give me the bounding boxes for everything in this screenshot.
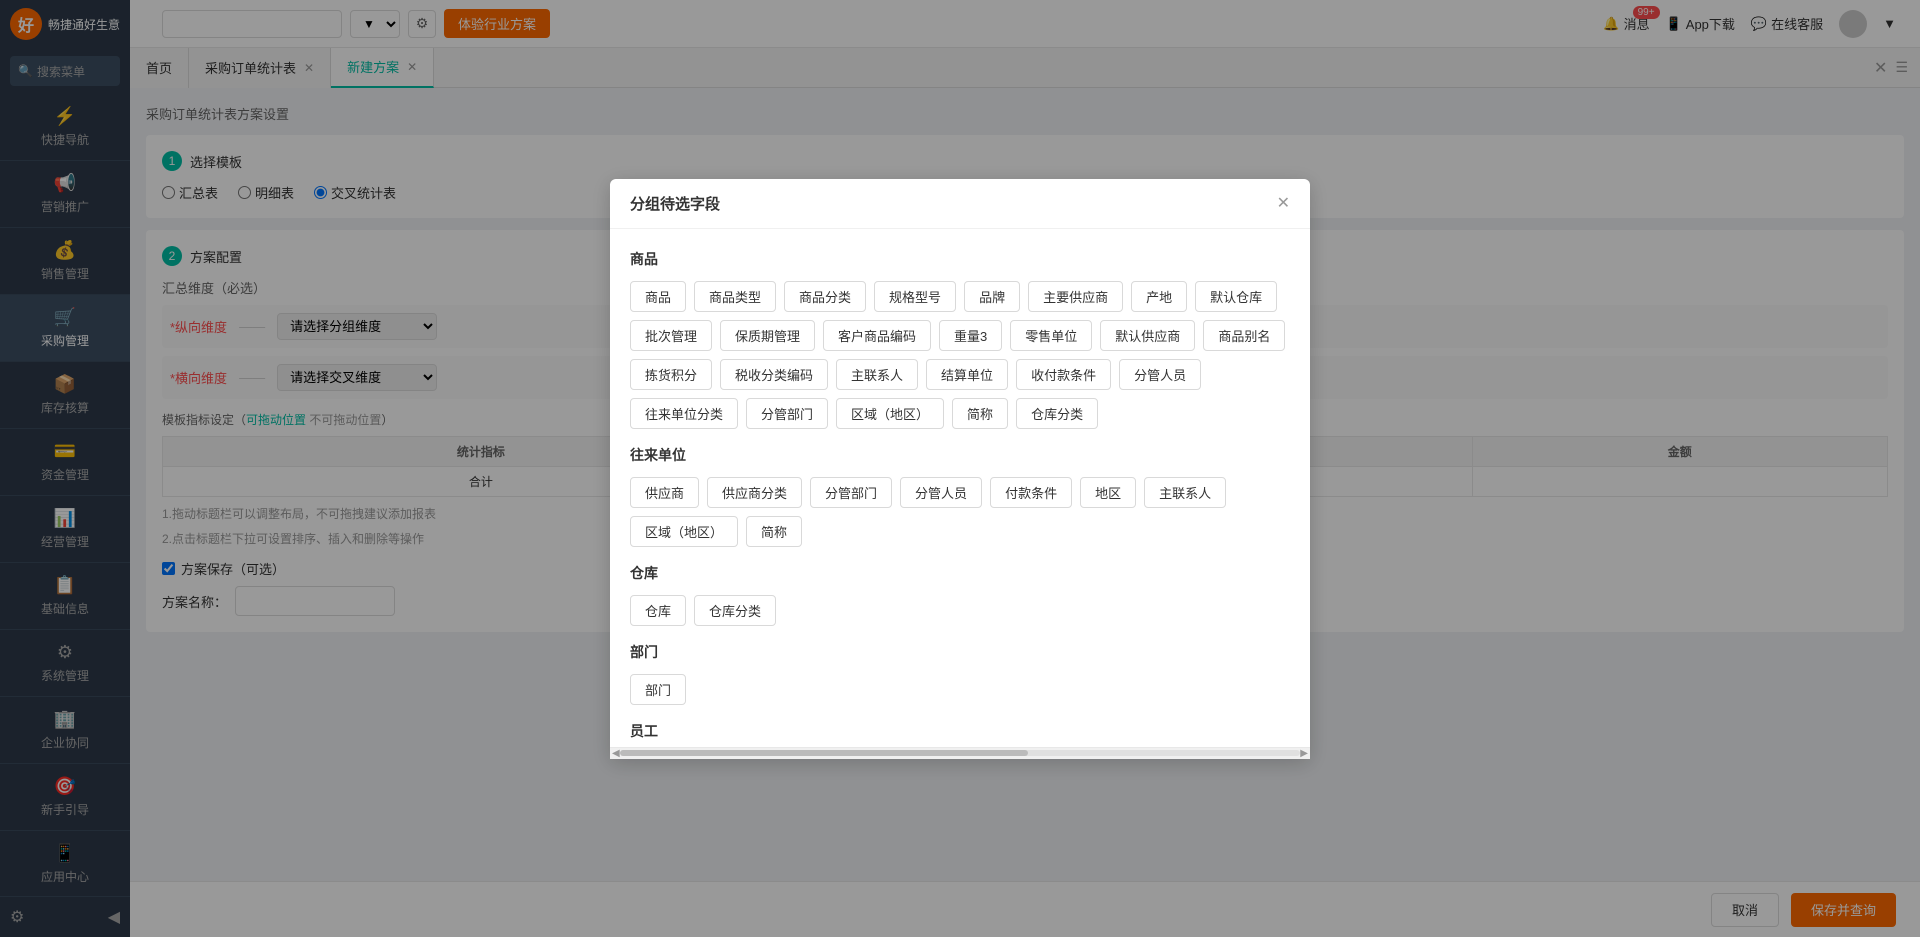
field-tag-商品[interactable]: 商品 (630, 281, 686, 312)
field-tag-分管部门[interactable]: 分管部门 (746, 398, 828, 429)
field-tag-保质期管理[interactable]: 保质期管理 (720, 320, 815, 351)
counterpart-field-group: 供应商供应商分类分管部门分管人员付款条件地区主联系人区域（地区） 简称 (630, 477, 1290, 547)
field-tag-商品类型[interactable]: 商品类型 (694, 281, 776, 312)
field-tag-往来单位分类[interactable]: 往来单位分类 (630, 398, 738, 429)
field-tag-部门[interactable]: 部门 (630, 674, 686, 705)
modal-body[interactable]: 商品 商品商品类型商品分类规格型号品牌主要供应商产地默认仓库批次管理保质期管理客… (610, 229, 1310, 747)
hscroll-track (620, 750, 1301, 756)
field-tag-默认供应商[interactable]: 默认供应商 (1100, 320, 1195, 351)
field-tag-地区[interactable]: 地区 (1080, 477, 1136, 508)
field-tag-收付款条件[interactable]: 收付款条件 (1016, 359, 1111, 390)
field-tag-供应商[interactable]: 供应商 (630, 477, 699, 508)
section-department-title: 部门 (630, 642, 1290, 662)
field-tag-批次管理[interactable]: 批次管理 (630, 320, 712, 351)
field-tag-供应商分类[interactable]: 供应商分类 (707, 477, 802, 508)
field-tag-仓库分类[interactable]: 仓库分类 (694, 595, 776, 626)
field-tag-产地[interactable]: 产地 (1131, 281, 1187, 312)
field-tag-区域（地区）[interactable]: 区域（地区） (836, 398, 944, 429)
warehouse-field-group: 仓库仓库分类 (630, 595, 1290, 626)
field-tag-简称[interactable]: 简称 (746, 516, 802, 547)
modal-horizontal-scrollbar[interactable]: ◀ ▶ (610, 747, 1310, 759)
hscroll-right-arrow[interactable]: ▶ (1300, 748, 1308, 759)
modal-close-button[interactable]: ✕ (1277, 193, 1290, 213)
field-selection-modal: 分组待选字段 ✕ 商品 商品商品类型商品分类规格型号品牌主要供应商产地默认仓库批… (610, 179, 1310, 759)
section-employee-title: 员工 (630, 721, 1290, 741)
field-tag-仓库分类[interactable]: 仓库分类 (1016, 398, 1098, 429)
field-tag-主要供应商[interactable]: 主要供应商 (1028, 281, 1123, 312)
field-tag-区域（地区）[interactable]: 区域（地区） (630, 516, 738, 547)
field-tag-分管人员[interactable]: 分管人员 (1119, 359, 1201, 390)
section-counterpart-title: 往来单位 (630, 445, 1290, 465)
field-tag-拣货积分[interactable]: 拣货积分 (630, 359, 712, 390)
field-tag-简称[interactable]: 简称 (952, 398, 1008, 429)
field-tag-重量3[interactable]: 重量3 (939, 320, 1002, 351)
goods-field-group: 商品商品类型商品分类规格型号品牌主要供应商产地默认仓库批次管理保质期管理客户商品… (630, 281, 1290, 429)
field-tag-主联系人[interactable]: 主联系人 (836, 359, 918, 390)
department-field-group: 部门 (630, 674, 1290, 705)
section-warehouse-title: 仓库 (630, 563, 1290, 583)
field-tag-品牌[interactable]: 品牌 (964, 281, 1020, 312)
field-tag-主联系人[interactable]: 主联系人 (1144, 477, 1226, 508)
hscroll-left-arrow[interactable]: ◀ (612, 748, 620, 759)
field-tag-客户商品编码[interactable]: 客户商品编码 (823, 320, 931, 351)
hscroll-thumb[interactable] (620, 750, 1028, 756)
field-tag-仓库[interactable]: 仓库 (630, 595, 686, 626)
field-tag-付款条件[interactable]: 付款条件 (990, 477, 1072, 508)
section-goods-title: 商品 (630, 249, 1290, 269)
modal-header: 分组待选字段 ✕ (610, 179, 1310, 229)
field-tag-零售单位[interactable]: 零售单位 (1010, 320, 1092, 351)
field-tag-商品别名[interactable]: 商品别名 (1203, 320, 1285, 351)
field-tag-商品分类[interactable]: 商品分类 (784, 281, 866, 312)
field-tag-分管部门[interactable]: 分管部门 (810, 477, 892, 508)
field-tag-税收分类编码[interactable]: 税收分类编码 (720, 359, 828, 390)
modal-title: 分组待选字段 (630, 193, 720, 214)
field-tag-分管人员[interactable]: 分管人员 (900, 477, 982, 508)
field-tag-结算单位[interactable]: 结算单位 (926, 359, 1008, 390)
field-tag-规格型号[interactable]: 规格型号 (874, 281, 956, 312)
field-tag-默认仓库[interactable]: 默认仓库 (1195, 281, 1277, 312)
